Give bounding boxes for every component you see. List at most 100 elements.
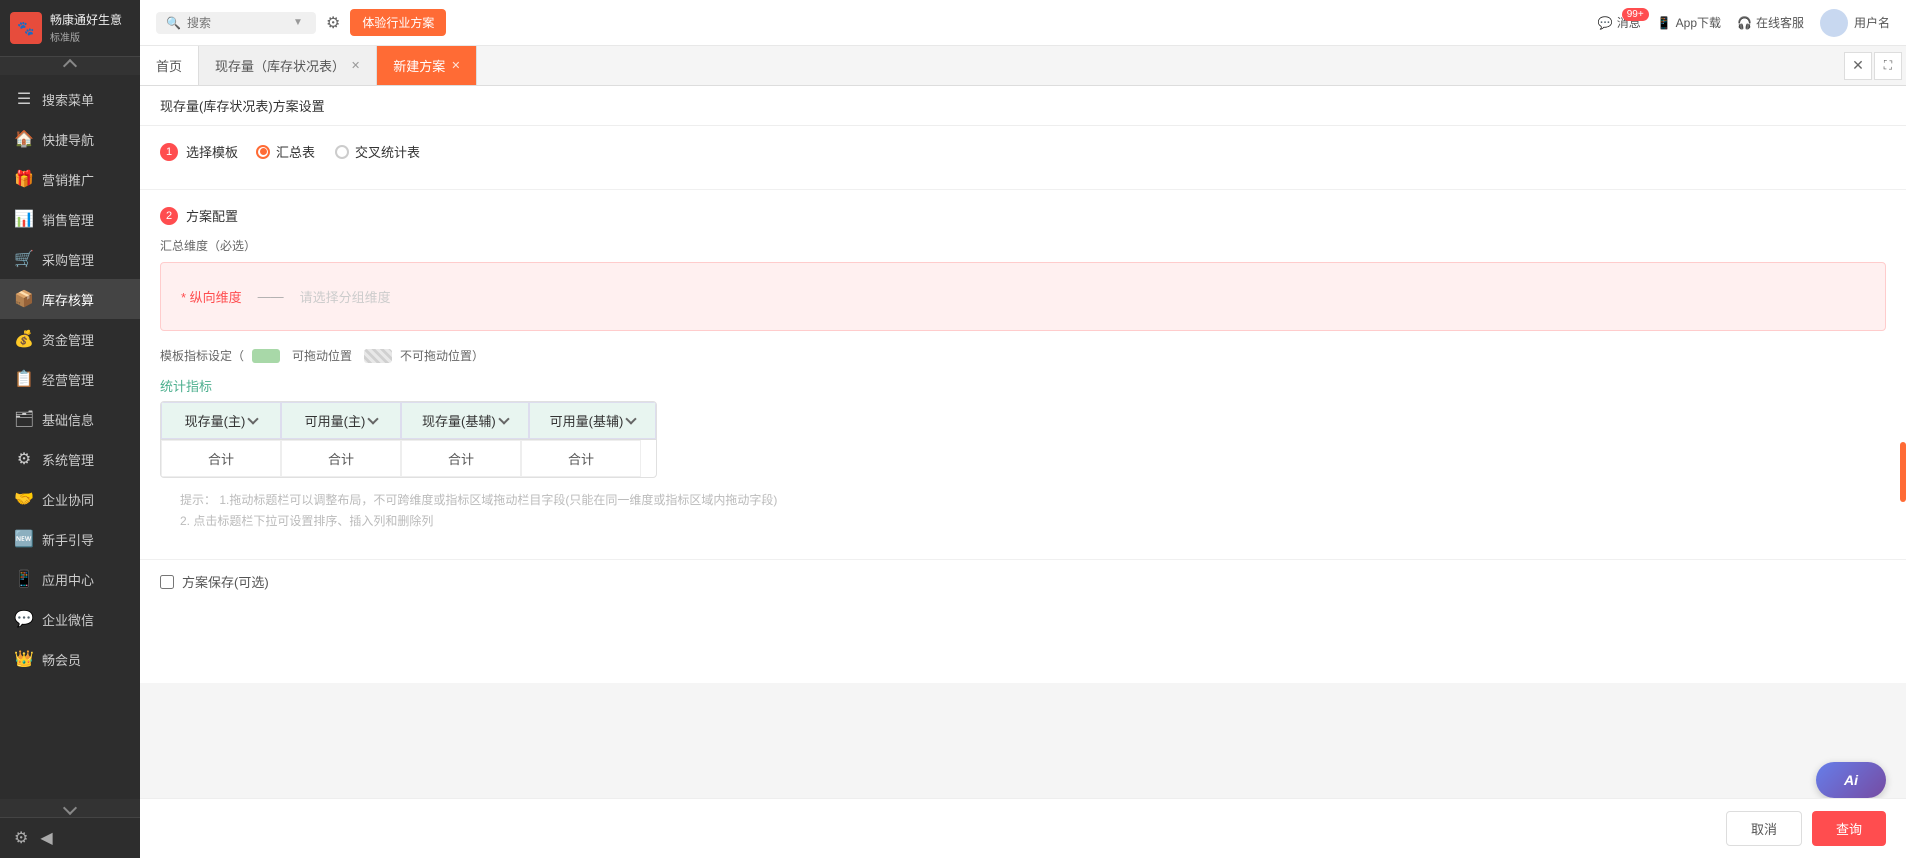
step1-badge: 1 xyxy=(160,143,178,161)
topbar-gear-icon[interactable]: ⚙ xyxy=(326,13,340,33)
sidebar-nav: ☰ 搜索菜单 🏠 快捷导航 🎁 营销推广 📊 销售管理 🛒 采购管理 📦 库存核… xyxy=(0,75,140,799)
sidebar-scroll-down[interactable] xyxy=(0,799,140,817)
sidebar-item-system[interactable]: ⚙ 系统管理 xyxy=(0,439,140,479)
logo-text-group: 畅康通好生意 标准版 xyxy=(50,12,122,44)
col-header-3[interactable]: 现存量(基辅) xyxy=(401,402,529,439)
col-header-1-label: 现存量(主) xyxy=(185,411,246,430)
topbar-right: 💬 消息 99+ 📱 App下载 🎧 在线客服 用户名 xyxy=(1598,9,1890,37)
save-checkbox[interactable] xyxy=(160,575,174,589)
tab-inventory-label: 现存量（库存状况表） xyxy=(215,56,345,75)
marketing-icon: 🎁 xyxy=(14,169,34,189)
topbar: 🔍 ▼ ⚙ 体验行业方案 💬 消息 99+ 📱 App下载 🎧 在线客服 用户名 xyxy=(140,0,1906,46)
sidebar-item-new-guide[interactable]: 🆕 新手引导 xyxy=(0,519,140,559)
sidebar-item-cooperation[interactable]: 🤝 企业协同 xyxy=(0,479,140,519)
template-radio-group: 汇总表 交叉统计表 xyxy=(256,142,420,161)
radio-cross-circle xyxy=(335,145,349,159)
search-input[interactable] xyxy=(187,16,287,30)
page-controls: ✕ ⛶ xyxy=(1844,52,1906,80)
sidebar-item-search-menu[interactable]: ☰ 搜索菜单 xyxy=(0,79,140,119)
settings-icon[interactable]: ⚙ xyxy=(14,828,28,848)
tab-inventory-status[interactable]: 现存量（库存状况表） ✕ xyxy=(199,46,377,85)
radio-cross[interactable]: 交叉统计表 xyxy=(335,142,420,161)
sidebar-item-purchase[interactable]: 🛒 采购管理 xyxy=(0,239,140,279)
search-menu-icon: ☰ xyxy=(14,89,34,109)
sidebar-item-label: 采购管理 xyxy=(42,250,94,269)
sidebar-item-label: 企业协同 xyxy=(42,490,94,509)
col1-sort-icon[interactable] xyxy=(248,413,259,424)
sidebar-item-basic-info[interactable]: 🗂 基础信息 xyxy=(0,399,140,439)
page-title: 现存量(库存状况表)方案设置 xyxy=(160,99,325,114)
radio-summary[interactable]: 汇总表 xyxy=(256,142,315,161)
sidebar-item-label: 营销推广 xyxy=(42,170,94,189)
col-header-1[interactable]: 现存量(主) xyxy=(161,402,281,439)
sidebar-item-member[interactable]: 👑 畅会员 xyxy=(0,639,140,679)
table-header-row: 现存量(主) 可用量(主) 现存量(基辅) xyxy=(161,402,656,440)
radio-summary-circle xyxy=(256,145,270,159)
sidebar-item-management[interactable]: 📋 经营管理 xyxy=(0,359,140,399)
tab-new-plan-label: 新建方案 xyxy=(393,56,445,75)
sidebar-item-wechat[interactable]: 💬 企业微信 xyxy=(0,599,140,639)
online-service-label: 在线客服 xyxy=(1756,14,1804,31)
query-button[interactable]: 查询 xyxy=(1812,811,1886,846)
tab-new-plan[interactable]: 新建方案 ✕ xyxy=(377,46,477,85)
management-icon: 📋 xyxy=(14,369,34,389)
tab-inventory-close-icon[interactable]: ✕ xyxy=(351,59,360,72)
sidebar-item-finance[interactable]: 💰 资金管理 xyxy=(0,319,140,359)
dimension-required-label: * 纵向维度 xyxy=(181,287,242,306)
tab-home-label: 首页 xyxy=(156,56,182,75)
close-panel-btn[interactable]: ✕ xyxy=(1844,52,1872,80)
cancel-button[interactable]: 取消 xyxy=(1726,811,1802,846)
col-header-4[interactable]: 可用量(基辅) xyxy=(529,402,657,439)
aggregation-label: 汇总维度（必选） xyxy=(160,237,1886,254)
new-guide-icon: 🆕 xyxy=(14,529,34,549)
wechat-icon: 💬 xyxy=(14,609,34,629)
industry-btn[interactable]: 体验行业方案 xyxy=(350,9,446,36)
sidebar-item-marketing[interactable]: 🎁 营销推广 xyxy=(0,159,140,199)
footer-spacer xyxy=(140,603,1906,663)
hints-section: 提示： 1.拖动标题栏可以调整布局，不可跨维度或指标区域拖动栏目字段(只能在同一… xyxy=(160,481,1886,543)
page-container: 现存量(库存状况表)方案设置 1 选择模板 汇总表 交叉统计表 xyxy=(140,86,1906,683)
col4-sort-icon[interactable] xyxy=(626,413,637,424)
headset-icon: 🎧 xyxy=(1737,16,1752,30)
indicator-settings-label-row: 模板指标设定（ 可拖动位置 不可拖动位置） xyxy=(160,347,1886,364)
sidebar-item-label: 资金管理 xyxy=(42,330,94,349)
logo-icon: 🐾 xyxy=(10,12,42,44)
sidebar-item-inventory[interactable]: 📦 库存核算 xyxy=(0,279,140,319)
sidebar-item-sales[interactable]: 📊 销售管理 xyxy=(0,199,140,239)
save-section: 方案保存(可选) xyxy=(140,560,1906,603)
non-draggable-label: 不可拖动位置） xyxy=(400,347,484,364)
topbar-search-box[interactable]: 🔍 ▼ xyxy=(156,12,316,34)
sidebar-item-label: 畅会员 xyxy=(42,650,81,669)
sound-icon[interactable]: ◀ xyxy=(40,828,52,848)
col-header-2[interactable]: 可用量(主) xyxy=(281,402,401,439)
topbar-dropdown-icon[interactable]: ▼ xyxy=(293,17,303,28)
quick-nav-icon: 🏠 xyxy=(14,129,34,149)
col-header-4-label: 可用量(基辅) xyxy=(550,411,624,430)
sales-icon: 📊 xyxy=(14,209,34,229)
tab-new-plan-close-icon[interactable]: ✕ xyxy=(451,59,460,72)
online-service-btn[interactable]: 🎧 在线客服 xyxy=(1737,14,1804,31)
sidebar-item-quick-nav[interactable]: 🏠 快捷导航 xyxy=(0,119,140,159)
purchase-icon: 🛒 xyxy=(14,249,34,269)
sidebar-logo: 🐾 畅康通好生意 标准版 xyxy=(0,0,140,57)
basic-info-icon: 🗂 xyxy=(14,409,34,429)
message-icon: 💬 xyxy=(1598,16,1613,30)
inventory-icon: 📦 xyxy=(14,289,34,309)
sidebar-item-app-center[interactable]: 📱 应用中心 xyxy=(0,559,140,599)
col2-sort-icon[interactable] xyxy=(368,413,379,424)
app-download-btn[interactable]: 📱 App下载 xyxy=(1657,14,1721,31)
col3-sort-icon[interactable] xyxy=(498,413,509,424)
step2-title: 方案配置 xyxy=(186,206,238,225)
draggable-label: 可拖动位置 xyxy=(292,347,352,364)
messages-btn[interactable]: 💬 消息 99+ xyxy=(1598,14,1641,31)
logo-subtitle: 标准版 xyxy=(50,29,122,44)
user-btn[interactable]: 用户名 xyxy=(1820,9,1890,37)
page-header: 现存量(库存状况表)方案设置 xyxy=(140,86,1906,126)
sidebar-scroll-up[interactable] xyxy=(0,57,140,75)
tab-home[interactable]: 首页 xyxy=(140,46,199,85)
radio-summary-label: 汇总表 xyxy=(276,142,315,161)
hint-1: 提示： 1.拖动标题栏可以调整布局，不可跨维度或指标区域拖动栏目字段(只能在同一… xyxy=(180,491,1866,508)
ai-fab-button[interactable]: Ai xyxy=(1816,762,1886,798)
expand-panel-btn[interactable]: ⛶ xyxy=(1874,52,1902,80)
resize-handle[interactable] xyxy=(1900,442,1906,502)
